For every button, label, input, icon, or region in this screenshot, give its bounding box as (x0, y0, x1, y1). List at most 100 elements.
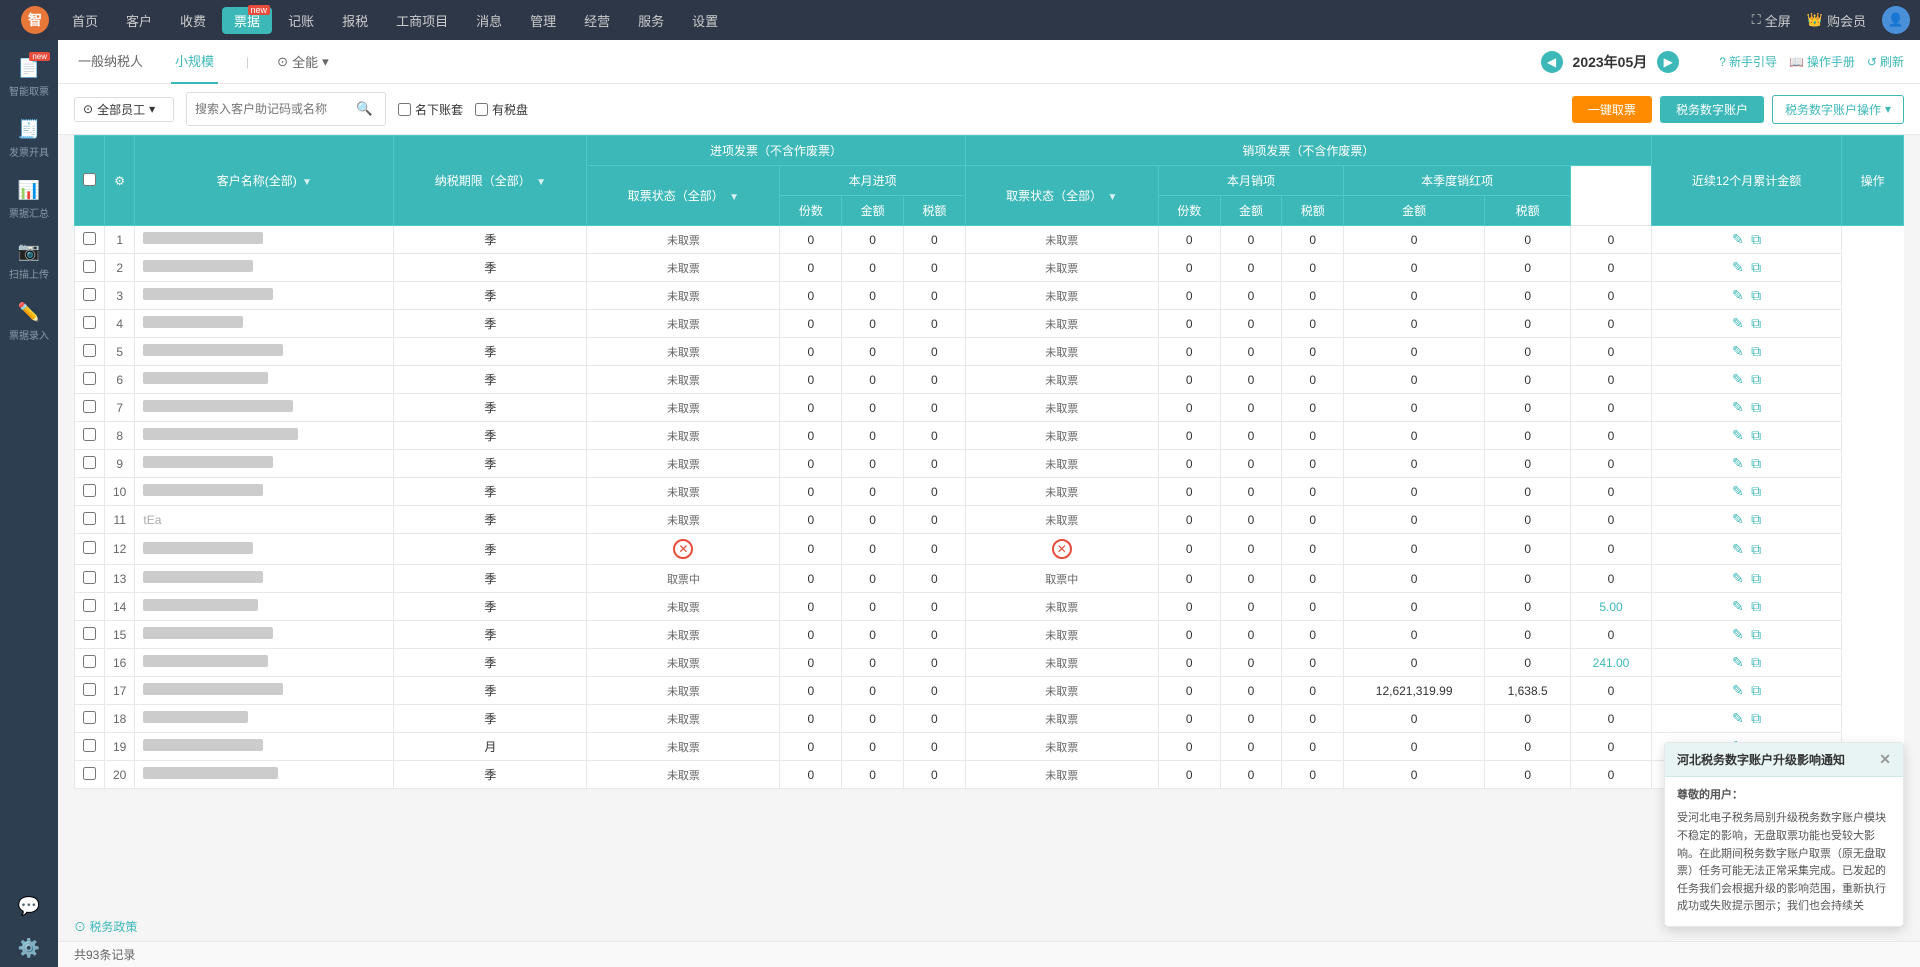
edit-btn[interactable]: ✎ (1732, 427, 1744, 443)
edit-btn[interactable]: ✎ (1732, 598, 1744, 614)
edit-btn[interactable]: ✎ (1732, 315, 1744, 331)
edit-btn[interactable]: ✎ (1732, 710, 1744, 726)
copy-btn[interactable]: ⧉ (1751, 626, 1761, 642)
row-checkbox[interactable] (83, 627, 96, 640)
row-checkbox[interactable] (83, 344, 96, 357)
nav-fee[interactable]: 收费 (168, 7, 218, 34)
row-checkbox[interactable] (83, 372, 96, 385)
edit-btn[interactable]: ✎ (1732, 231, 1744, 247)
row-checkbox[interactable] (83, 739, 96, 752)
row-checkbox[interactable] (83, 541, 96, 554)
sidebar-item-invoice-entry[interactable]: ✏️ 票据录入 (4, 294, 54, 350)
copy-btn[interactable]: ⧉ (1751, 511, 1761, 527)
checkbox-account[interactable]: 名下账套 (398, 101, 463, 118)
next-month-btn[interactable]: ▶ (1657, 51, 1679, 73)
nav-home[interactable]: 首页 (60, 7, 110, 34)
edit-btn[interactable]: ✎ (1732, 654, 1744, 670)
copy-btn[interactable]: ⧉ (1751, 483, 1761, 499)
copy-btn[interactable]: ⧉ (1751, 231, 1761, 247)
edit-btn[interactable]: ✎ (1732, 455, 1744, 471)
row-checkbox[interactable] (83, 571, 96, 584)
refresh-btn[interactable]: ↺ 刷新 (1867, 53, 1904, 70)
search-button[interactable]: 🔍 (352, 96, 377, 122)
sidebar-item-scan-upload[interactable]: 📷 扫描上传 (4, 233, 54, 289)
nav-client[interactable]: 客户 (114, 7, 164, 34)
nav-manage[interactable]: 管理 (518, 7, 568, 34)
row-checkbox[interactable] (83, 711, 96, 724)
copy-btn[interactable]: ⧉ (1751, 541, 1761, 557)
select-all-checkbox[interactable] (83, 173, 96, 186)
row-checkbox[interactable] (83, 260, 96, 273)
row-checkbox[interactable] (83, 428, 96, 441)
row-checkbox[interactable] (83, 512, 96, 525)
tab-all[interactable]: ⊙ 全能 ▾ (277, 52, 328, 71)
nav-invoice[interactable]: 票据 new (222, 7, 272, 34)
checkbox-taxdisk[interactable]: 有税盘 (475, 101, 528, 118)
nav-operation[interactable]: 经营 (572, 7, 622, 34)
tax-digital-account-btn[interactable]: 税务数字账户 (1660, 96, 1764, 123)
sidebar-item-invoice-summary[interactable]: 📊 票据汇总 (4, 172, 54, 228)
copy-btn[interactable]: ⧉ (1751, 710, 1761, 726)
edit-btn[interactable]: ✎ (1732, 343, 1744, 359)
copy-btn[interactable]: ⧉ (1751, 682, 1761, 698)
nav-tax[interactable]: 报税 (330, 7, 380, 34)
sidebar-item-message[interactable]: 💬 (4, 888, 54, 925)
copy-btn[interactable]: ⧉ (1751, 570, 1761, 586)
tab-general-taxpayer[interactable]: 一般纳税人 (74, 40, 147, 84)
edit-btn[interactable]: ✎ (1732, 371, 1744, 387)
edit-btn[interactable]: ✎ (1732, 259, 1744, 275)
row-checkbox[interactable] (83, 400, 96, 413)
row-checkbox[interactable] (83, 232, 96, 245)
copy-btn[interactable]: ⧉ (1751, 427, 1761, 443)
copy-btn[interactable]: ⧉ (1751, 343, 1761, 359)
nav-settings[interactable]: 设置 (680, 7, 730, 34)
guide-btn[interactable]: ? 新手引导 (1719, 53, 1777, 70)
manual-btn[interactable]: 📖 操作手册 (1789, 53, 1855, 70)
sidebar-item-invoice-open[interactable]: 🧾 发票开具 (4, 111, 54, 167)
copy-btn[interactable]: ⧉ (1751, 315, 1761, 331)
copy-btn[interactable]: ⧉ (1751, 371, 1761, 387)
edit-btn[interactable]: ✎ (1732, 682, 1744, 698)
row-checkbox[interactable] (83, 288, 96, 301)
nav-business[interactable]: 工商项目 (384, 7, 460, 34)
nav-message[interactable]: 消息 (464, 7, 514, 34)
edit-btn[interactable]: ✎ (1732, 541, 1744, 557)
tax-digital-account-ops-btn[interactable]: 税务数字账户操作 ▾ (1772, 95, 1904, 124)
sidebar-item-settings[interactable]: ⚙️ (4, 930, 54, 967)
edit-btn[interactable]: ✎ (1732, 399, 1744, 415)
copy-btn[interactable]: ⧉ (1751, 287, 1761, 303)
search-input[interactable] (195, 102, 352, 116)
nav-accounting[interactable]: 记账 (276, 7, 326, 34)
edit-btn[interactable]: ✎ (1732, 511, 1744, 527)
member-btn[interactable]: 👑 购会员 (1807, 11, 1866, 30)
row-checkbox[interactable] (83, 316, 96, 329)
copy-btn[interactable]: ⧉ (1751, 399, 1761, 415)
month12-value[interactable]: 241.00 (1593, 656, 1630, 670)
fullscreen-btn[interactable]: ⛶ 全屏 (1752, 11, 1791, 30)
row-checkbox[interactable] (83, 484, 96, 497)
row-checkbox[interactable] (83, 655, 96, 668)
account-checkbox[interactable] (398, 103, 411, 116)
copy-btn[interactable]: ⧉ (1751, 259, 1761, 275)
user-avatar[interactable]: 👤 (1882, 6, 1910, 34)
one-click-invoice-btn[interactable]: 一键取票 (1572, 96, 1652, 123)
employee-select[interactable]: ⊙ 全部员工 ▾ (74, 97, 174, 122)
row-checkbox[interactable] (83, 767, 96, 780)
row-checkbox[interactable] (83, 599, 96, 612)
tab-small-scale[interactable]: 小规模 (171, 40, 218, 84)
row-checkbox[interactable] (83, 683, 96, 696)
row-checkbox[interactable] (83, 456, 96, 469)
edit-btn[interactable]: ✎ (1732, 626, 1744, 642)
taxdisk-checkbox[interactable] (475, 103, 488, 116)
nav-service[interactable]: 服务 (626, 7, 676, 34)
sidebar-item-smart-invoice[interactable]: new 📄 智能取票 (4, 50, 54, 106)
edit-btn[interactable]: ✎ (1732, 483, 1744, 499)
copy-btn[interactable]: ⧉ (1751, 598, 1761, 614)
tax-policy-status[interactable]: ⊙ 税务政策 (58, 912, 1920, 941)
copy-btn[interactable]: ⧉ (1751, 654, 1761, 670)
copy-btn[interactable]: ⧉ (1751, 455, 1761, 471)
prev-month-btn[interactable]: ◀ (1541, 51, 1563, 73)
edit-btn[interactable]: ✎ (1732, 287, 1744, 303)
notification-close-btn[interactable]: ✕ (1879, 751, 1891, 768)
month12-value[interactable]: 5.00 (1599, 600, 1622, 614)
